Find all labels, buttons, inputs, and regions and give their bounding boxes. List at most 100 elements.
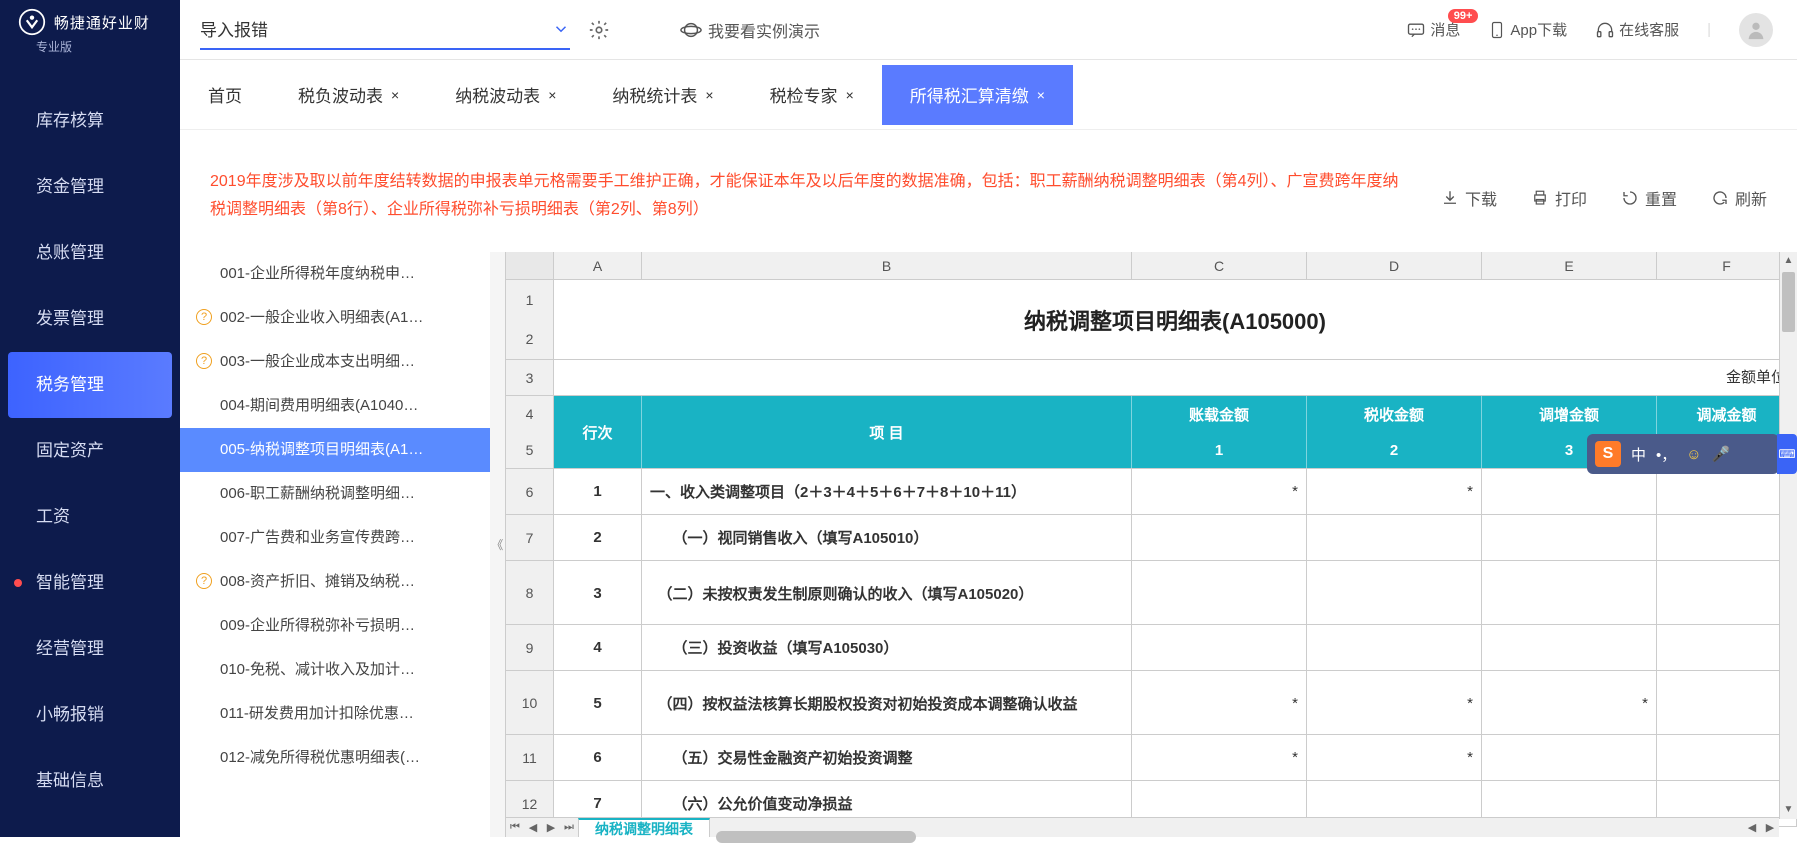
ime-punct-icon[interactable]: •， [1656, 444, 1676, 465]
online-service-button[interactable]: 在线客服 [1595, 19, 1679, 40]
ime-toolbar[interactable]: S 中 •， ☺ 🎤 ⌨ [1587, 434, 1779, 474]
col-header-C[interactable]: C [1132, 252, 1307, 279]
horizontal-scrollbar[interactable]: ⏮ ◀ ▶ ⏭ 纳税调整明细表 ◀ ▶ [506, 817, 1779, 837]
form-list-item-6[interactable]: 007-广告费和业务宣传费跨… [180, 516, 490, 560]
col-header-B[interactable]: B [642, 252, 1132, 279]
ime-mic-icon[interactable]: 🎤 [1712, 445, 1731, 463]
cell-item[interactable]: （一）视同销售收入（填写A105010） [642, 515, 1132, 560]
cell-value[interactable]: * [1132, 735, 1307, 780]
close-icon[interactable]: × [705, 87, 713, 103]
row-header-1[interactable]: 1 [506, 280, 554, 320]
scroll-down-arrow[interactable]: ▼ [1780, 801, 1797, 819]
cell-value[interactable]: * [1132, 671, 1307, 735]
reset-button[interactable]: 重置 [1621, 186, 1677, 210]
tab-2[interactable]: 纳税波动表× [427, 65, 584, 125]
sidebar-item-3[interactable]: 发票管理 [0, 286, 180, 352]
demo-link[interactable]: 我要看实例演示 [680, 18, 820, 42]
form-list-item-7[interactable]: ?008-资产折旧、摊销及纳税… [180, 560, 490, 604]
cell-value[interactable] [1307, 625, 1482, 670]
close-icon[interactable]: × [391, 87, 399, 103]
sidebar-item-9[interactable]: 小畅报销 [0, 682, 180, 748]
cell-value[interactable]: * [1657, 735, 1797, 780]
form-list-item-2[interactable]: ?003-一般企业成本支出明细… [180, 340, 490, 384]
cell-item[interactable]: （五）交易性金融资产初始投资调整 [642, 735, 1132, 780]
form-list-item-4[interactable]: 005-纳税调整项目明细表(A1… [180, 428, 490, 472]
form-list-item-5[interactable]: 006-职工薪酬纳税调整明细… [180, 472, 490, 516]
tab-1[interactable]: 税负波动表× [270, 65, 427, 125]
vscroll-thumb[interactable] [1782, 272, 1795, 332]
cell-value[interactable] [1482, 625, 1657, 670]
scroll-up-arrow[interactable]: ▲ [1780, 252, 1797, 270]
cell-value[interactable] [1482, 561, 1657, 625]
col-header-D[interactable]: D [1307, 252, 1482, 279]
page-selector-dropdown[interactable]: 导入报错 [200, 10, 570, 50]
tab-3[interactable]: 纳税统计表× [584, 65, 741, 125]
tab-4[interactable]: 税检专家× [742, 65, 882, 125]
form-list-item-9[interactable]: 010-免税、减计收入及加计… [180, 648, 490, 692]
ime-lang[interactable]: 中 [1631, 444, 1646, 465]
cell-value[interactable] [1657, 625, 1797, 670]
cell-value[interactable]: * [1132, 469, 1307, 514]
col-header-E[interactable]: E [1482, 252, 1657, 279]
avatar[interactable] [1739, 13, 1773, 47]
sidebar-item-4[interactable]: 税务管理 [8, 352, 172, 418]
ime-keyboard-icon[interactable]: ⌨ [1777, 434, 1797, 474]
messages-button[interactable]: 消息 99+ [1406, 19, 1460, 40]
sidebar-item-8[interactable]: 经营管理 [0, 616, 180, 682]
cell-rownum[interactable]: 5 [554, 671, 642, 735]
sidebar-item-7[interactable]: 智能管理 [0, 550, 180, 616]
close-icon[interactable]: × [846, 87, 854, 103]
cell-rownum[interactable]: 1 [554, 469, 642, 514]
row-header-8[interactable]: 8 [506, 561, 554, 624]
row-header-3[interactable]: 3 [506, 360, 554, 395]
cell-item[interactable]: （三）投资收益（填写A105030） [642, 625, 1132, 670]
sidebar-item-5[interactable]: 固定资产 [0, 418, 180, 484]
ime-emoji-icon[interactable]: ☺ [1686, 446, 1701, 463]
cell-item[interactable]: （二）未按权责发生制原则确认的收入（填写A105020） [642, 561, 1132, 625]
gear-icon[interactable] [588, 19, 610, 41]
sidebar-item-1[interactable]: 资金管理 [0, 154, 180, 220]
cell-value[interactable] [1482, 515, 1657, 560]
cell-value[interactable] [1132, 561, 1307, 625]
cell-item[interactable]: 一、收入类调整项目（2＋3＋4＋5＋6＋7＋8＋10＋11） [642, 469, 1132, 514]
form-list-item-1[interactable]: ?002-一般企业收入明细表(A1… [180, 296, 490, 340]
print-button[interactable]: 打印 [1531, 186, 1587, 210]
cell-value[interactable] [1657, 561, 1797, 625]
cell-value[interactable] [1657, 515, 1797, 560]
form-list-item-8[interactable]: 009-企业所得税弥补亏损明… [180, 604, 490, 648]
refresh-button[interactable]: 刷新 [1711, 186, 1767, 210]
close-icon[interactable]: × [548, 87, 556, 103]
sidebar-item-10[interactable]: 基础信息 [0, 748, 180, 814]
form-list-item-11[interactable]: 012-减免所得税优惠明细表(… [180, 736, 490, 780]
row-header-6[interactable]: 6 [506, 469, 554, 514]
cell-value[interactable]: * [1482, 671, 1657, 735]
download-button[interactable]: 下载 [1441, 186, 1497, 210]
row-header-11[interactable]: 11 [506, 735, 554, 780]
col-header-F[interactable]: F [1657, 252, 1797, 279]
cell-value[interactable] [1657, 671, 1797, 735]
cell-item[interactable]: （四）按权益法核算长期股权投资对初始投资成本调整确认收益 [642, 671, 1132, 735]
sidebar-item-0[interactable]: 库存核算 [0, 88, 180, 154]
sheet-nav-first[interactable]: ⏮ [506, 821, 524, 834]
cell-rownum[interactable]: 3 [554, 561, 642, 625]
close-icon[interactable]: × [1037, 87, 1045, 103]
form-list-item-3[interactable]: 004-期间费用明细表(A1040… [180, 384, 490, 428]
ime-logo-icon[interactable]: S [1595, 441, 1621, 467]
collapse-handle[interactable]: 《 [490, 252, 505, 837]
row-header-2[interactable]: 2 [506, 320, 554, 360]
scroll-right-arrow[interactable]: ▶ [1761, 821, 1779, 834]
sheet-nav-next[interactable]: ▶ [542, 821, 560, 834]
cell-value[interactable] [1307, 515, 1482, 560]
cell-rownum[interactable]: 4 [554, 625, 642, 670]
col-header-A[interactable]: A [554, 252, 642, 279]
tab-5[interactable]: 所得税汇算清缴× [882, 65, 1073, 125]
cell-value[interactable] [1132, 625, 1307, 670]
sidebar-item-6[interactable]: 工资 [0, 484, 180, 550]
form-list-item-10[interactable]: 011-研发费用加计扣除优惠… [180, 692, 490, 736]
row-header-4[interactable]: 4 [506, 396, 554, 432]
grid-body[interactable]: 1 2 纳税调整项目明细表(A105000) 3 金额单位 4 5 行次 [506, 280, 1797, 837]
sheet-tab[interactable]: 纳税调整明细表 [578, 818, 710, 837]
cell-value[interactable] [1307, 561, 1482, 625]
sidebar-item-2[interactable]: 总账管理 [0, 220, 180, 286]
tab-0[interactable]: 首页 [180, 65, 270, 125]
